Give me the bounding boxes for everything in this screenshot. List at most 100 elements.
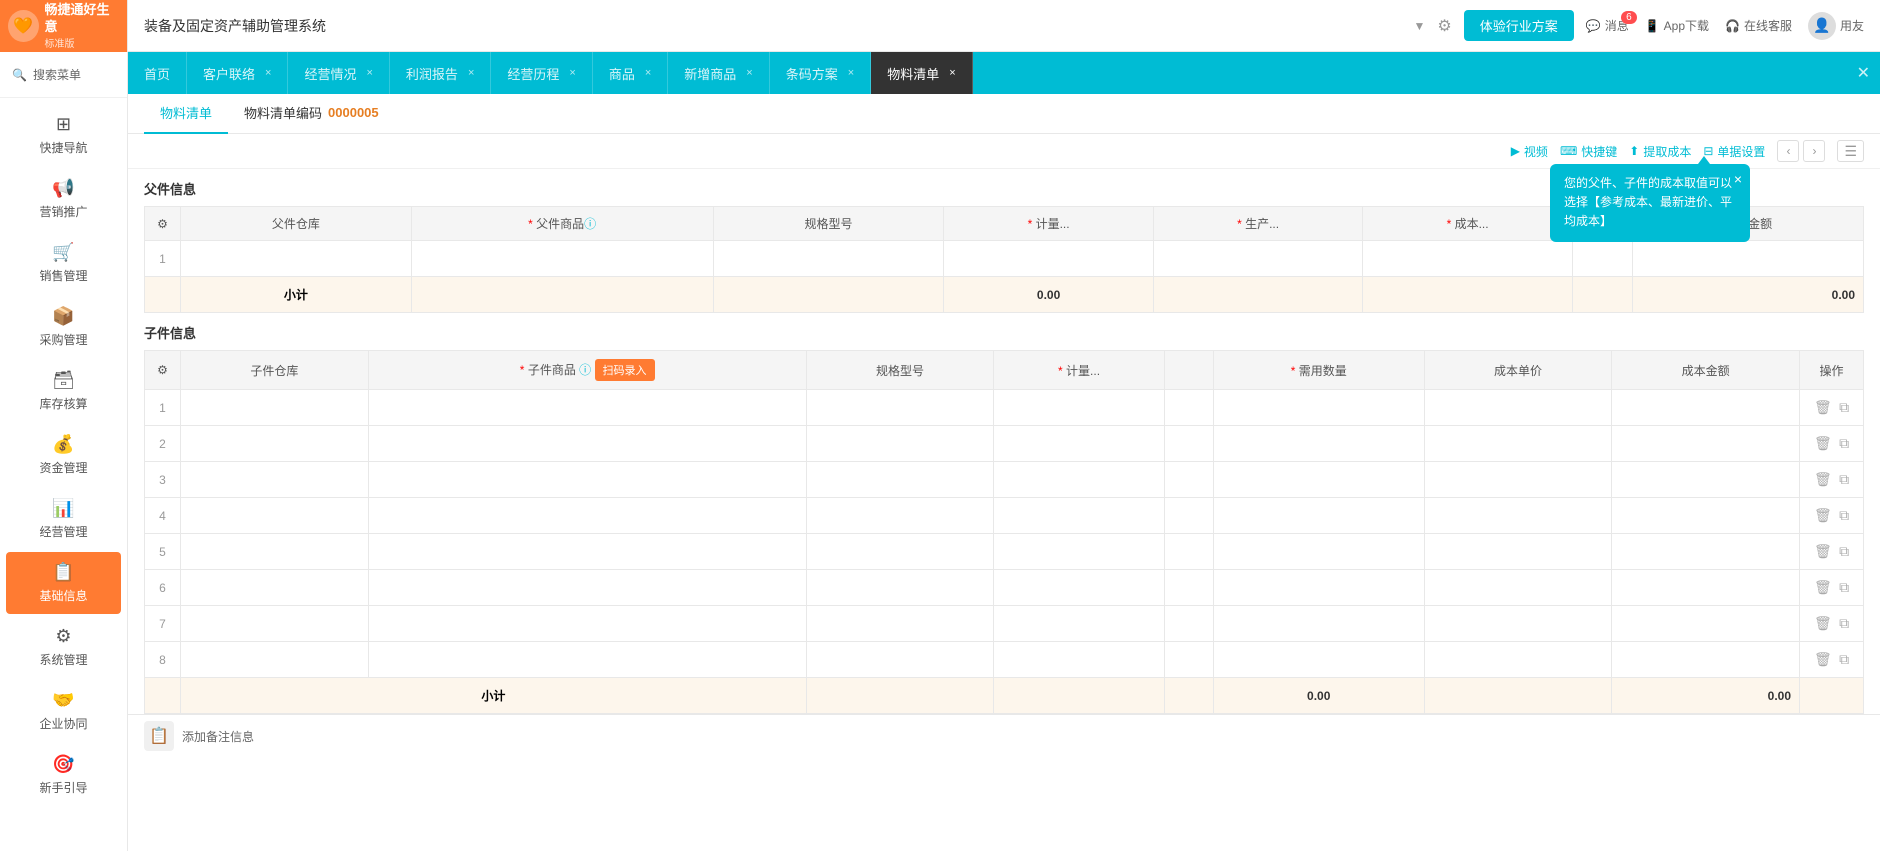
child-r1-warehouse[interactable] — [181, 390, 369, 426]
tab-bom[interactable]: 物料清单 × — [871, 52, 972, 94]
sidebar-item-marketing[interactable]: 📢 营销推广 — [6, 168, 121, 230]
tab-close-barcode[interactable]: × — [848, 67, 854, 79]
child-r4-spec[interactable] — [806, 498, 994, 534]
child-r8-spec[interactable] — [806, 642, 994, 678]
child-r6-goods[interactable] — [368, 570, 806, 606]
child-r2-goods[interactable] — [368, 426, 806, 462]
child-r8-warehouse[interactable] — [181, 642, 369, 678]
child-r2-warehouse[interactable] — [181, 426, 369, 462]
tab-history[interactable]: 经营历程 × — [491, 52, 592, 94]
next-button[interactable]: › — [1803, 140, 1825, 162]
delete-row-5-button[interactable]: 🗑 — [1814, 543, 1832, 559]
child-r5-warehouse[interactable] — [181, 534, 369, 570]
child-r2-unit-cost[interactable] — [1424, 426, 1612, 462]
user-menu-button[interactable]: 👤 用友 — [1808, 12, 1864, 40]
parent-cell-warehouse[interactable] — [181, 241, 412, 277]
parent-col-settings[interactable]: ⚙ — [145, 207, 181, 241]
sub-tab-bom-list[interactable]: 物料清单 — [144, 94, 228, 134]
child-r2-spec[interactable] — [806, 426, 994, 462]
close-all-tabs-button[interactable]: ✕ — [1847, 52, 1880, 94]
child-r1-goods[interactable] — [368, 390, 806, 426]
message-button[interactable]: 💬 消息 6 — [1586, 17, 1629, 34]
child-r3-qty[interactable] — [1213, 462, 1424, 498]
child-r2-qty[interactable] — [1213, 426, 1424, 462]
sidebar-item-purchase[interactable]: 📦 采购管理 — [6, 296, 121, 358]
menu-button[interactable]: ☰ — [1837, 140, 1864, 162]
child-r6-cost-amount[interactable] — [1612, 570, 1800, 606]
search-menu-button[interactable]: 🔍 搜索菜单 — [8, 62, 119, 87]
tab-new-goods[interactable]: 新增商品 × — [668, 52, 769, 94]
child-r4-cost-amount[interactable] — [1612, 498, 1800, 534]
copy-row-7-button[interactable]: ⧉ — [1839, 615, 1849, 631]
copy-row-1-button[interactable]: ⧉ — [1839, 399, 1849, 415]
child-r1-qty[interactable] — [1213, 390, 1424, 426]
shortcut-button[interactable]: ⌨ 快捷键 — [1560, 143, 1617, 160]
child-r2-cost-amount[interactable] — [1612, 426, 1800, 462]
child-r1-unit[interactable] — [994, 390, 1164, 426]
child-r3-spec[interactable] — [806, 462, 994, 498]
child-r1-unit-cost[interactable] — [1424, 390, 1612, 426]
tab-profit[interactable]: 利润报告 × — [390, 52, 491, 94]
child-r5-unit-cost[interactable] — [1424, 534, 1612, 570]
online-service-button[interactable]: 🎧 在线客服 — [1725, 17, 1792, 34]
copy-row-4-button[interactable]: ⧉ — [1839, 507, 1849, 523]
copy-row-5-button[interactable]: ⧉ — [1839, 543, 1849, 559]
child-r4-qty[interactable] — [1213, 498, 1424, 534]
sidebar-item-quick-nav[interactable]: ⊞ 快捷导航 — [6, 104, 121, 166]
child-r6-unit[interactable] — [994, 570, 1164, 606]
child-col-settings[interactable]: ⚙ — [145, 351, 181, 390]
child-r4-unit-cost[interactable] — [1424, 498, 1612, 534]
child-r6-spec[interactable] — [806, 570, 994, 606]
sidebar-item-inventory[interactable]: 🗃 库存核算 — [6, 360, 121, 422]
tab-close-customer[interactable]: × — [265, 67, 271, 79]
tab-close-new-goods[interactable]: × — [746, 67, 752, 79]
child-r3-goods[interactable] — [368, 462, 806, 498]
parent-cell-cost-amount[interactable] — [1633, 241, 1864, 277]
child-r8-goods[interactable] — [368, 642, 806, 678]
sidebar-item-business[interactable]: 📊 经营管理 — [6, 488, 121, 550]
sidebar-item-finance[interactable]: 💰 资金管理 — [6, 424, 121, 486]
parent-cell-unit[interactable] — [944, 241, 1154, 277]
child-r2-unit[interactable] — [994, 426, 1164, 462]
child-r3-cost-amount[interactable] — [1612, 462, 1800, 498]
child-r7-goods[interactable] — [368, 606, 806, 642]
delete-row-8-button[interactable]: 🗑 — [1814, 651, 1832, 667]
app-download-button[interactable]: 📱 App下载 — [1645, 17, 1709, 34]
sidebar-item-system[interactable]: ⚙ 系统管理 — [6, 616, 121, 678]
tab-close-bom[interactable]: × — [949, 67, 955, 79]
extract-cost-button[interactable]: ⬆ 提取成本 — [1629, 143, 1691, 160]
sidebar-item-basic[interactable]: 📋 基础信息 — [6, 552, 121, 614]
child-r6-unit-cost[interactable] — [1424, 570, 1612, 606]
child-r6-qty[interactable] — [1213, 570, 1424, 606]
child-r4-unit[interactable] — [994, 498, 1164, 534]
parent-cell-goods[interactable] — [411, 241, 713, 277]
tab-close-history[interactable]: × — [569, 67, 575, 79]
child-r7-qty[interactable] — [1213, 606, 1424, 642]
child-r8-qty[interactable] — [1213, 642, 1424, 678]
child-r5-unit[interactable] — [994, 534, 1164, 570]
child-r5-qty[interactable] — [1213, 534, 1424, 570]
child-r8-unit[interactable] — [994, 642, 1164, 678]
sidebar-item-collab[interactable]: 🤝 企业协同 — [6, 680, 121, 742]
try-plan-button[interactable]: 体验行业方案 — [1464, 10, 1574, 41]
child-r5-goods[interactable] — [368, 534, 806, 570]
delete-row-3-button[interactable]: 🗑 — [1814, 471, 1832, 487]
prev-button[interactable]: ‹ — [1777, 140, 1799, 162]
child-r1-cost-amount[interactable] — [1612, 390, 1800, 426]
child-r7-cost-amount[interactable] — [1612, 606, 1800, 642]
view-button[interactable]: ▶ 视频 — [1511, 143, 1548, 160]
tab-barcode[interactable]: 条码方案 × — [770, 52, 871, 94]
child-r7-unit[interactable] — [994, 606, 1164, 642]
tab-close-biz[interactable]: × — [366, 67, 372, 79]
child-r3-warehouse[interactable] — [181, 462, 369, 498]
copy-row-6-button[interactable]: ⧉ — [1839, 579, 1849, 595]
child-r8-unit-cost[interactable] — [1424, 642, 1612, 678]
delete-row-1-button[interactable]: 🗑 — [1814, 399, 1832, 415]
child-r6-warehouse[interactable] — [181, 570, 369, 606]
child-r4-warehouse[interactable] — [181, 498, 369, 534]
child-r7-spec[interactable] — [806, 606, 994, 642]
notes-icon[interactable]: 📋 — [144, 721, 174, 751]
child-r7-warehouse[interactable] — [181, 606, 369, 642]
child-r5-spec[interactable] — [806, 534, 994, 570]
delete-row-6-button[interactable]: 🗑 — [1814, 579, 1832, 595]
